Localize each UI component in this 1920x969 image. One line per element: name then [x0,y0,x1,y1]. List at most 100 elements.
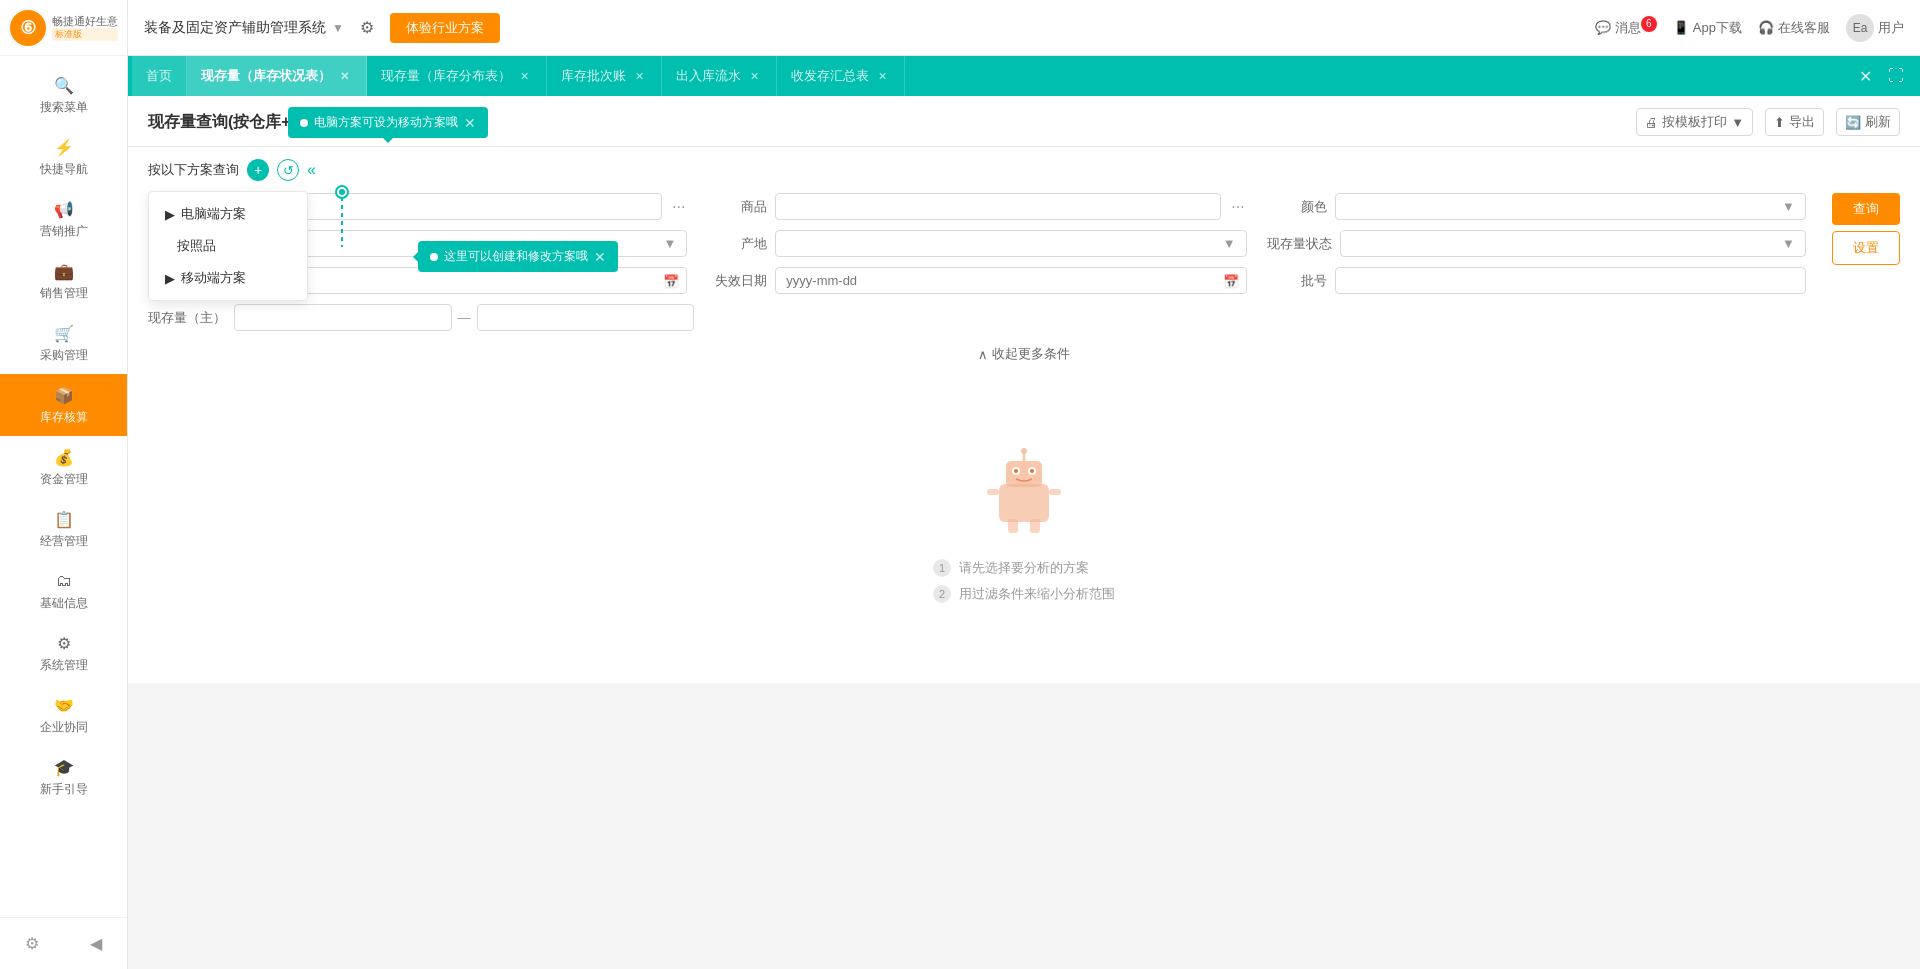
purchase-icon: 🛒 [53,322,75,344]
warehouse-ellipsis[interactable]: ··· [670,196,687,218]
origin-select[interactable]: ▼ [775,230,1246,257]
tooltip-close-1[interactable]: ✕ [464,115,476,131]
expire-date-input[interactable] [775,267,1246,294]
svg-point-4 [1014,469,1018,473]
industry-btn[interactable]: 体验行业方案 [390,13,500,43]
sidebar-item-enterprise[interactable]: 🤝 企业协同 [0,684,127,746]
batch-input[interactable] [1335,267,1806,294]
export-btn[interactable]: ⬆ 导出 [1765,108,1824,136]
export-icon: ⬆ [1774,115,1785,130]
filter-row-batch: 批号 [1267,267,1806,294]
operations-icon: 📋 [53,508,75,530]
sidebar-item-sales[interactable]: 💼 销售管理 [0,250,127,312]
tab-inventory-status[interactable]: 现存量（库存状况表） ✕ [187,56,367,96]
scheme-sub-item-goods[interactable]: 按照品 [149,230,307,262]
system-name: 装备及固定资产辅助管理系统 ▼ [144,19,344,37]
set-btn[interactable]: 设置 [1832,231,1900,265]
origin-label: 产地 [707,235,767,253]
marketing-icon: 📢 [53,198,75,220]
collapse-sidebar-icon[interactable]: ◀ [84,928,108,959]
service-icon: 🎧 [1758,20,1774,35]
app-download-action[interactable]: 📱 App下载 [1673,19,1742,37]
tab-close-flow[interactable]: ✕ [747,69,762,84]
sidebar-item-operations[interactable]: 📋 经营管理 [0,498,127,560]
messages-action[interactable]: 💬 消息 6 [1595,19,1657,37]
tab-batch-account[interactable]: 库存批次账 ✕ [547,56,662,96]
filter-grid-wrap: 按照仓库 ··· 商品 ··· 颜色 [148,193,1806,337]
tab-close-inventory-status[interactable]: ✕ [337,69,352,84]
prod-date-cal-icon[interactable]: 📅 [663,273,679,288]
query-btn[interactable]: 查询 [1832,193,1900,225]
tab-close-receive-summary[interactable]: ✕ [875,69,890,84]
sidebar-item-guide[interactable]: 🎓 新手引导 [0,746,127,808]
range-dash: — [458,310,471,325]
tooltip-close-2[interactable]: ✕ [594,249,606,265]
print-btn[interactable]: 🖨 按模板打印 ▼ [1636,108,1753,136]
refresh-btn[interactable]: 🔄 刷新 [1836,108,1900,136]
stock-main-min[interactable] [234,304,452,331]
tooltip-dot-1 [300,119,308,127]
sidebar-item-system[interactable]: ⚙ 系统管理 [0,622,127,684]
size-dropdown-icon: ▼ [663,236,676,251]
search-icon: 🔍 [53,74,75,96]
tab-receive-summary[interactable]: 收发存汇总表 ✕ [777,56,905,96]
tab-home[interactable]: 首页 [132,56,187,96]
download-icon: 📱 [1673,20,1689,35]
sidebar-item-quicknav[interactable]: ⚡ 快捷导航 [0,126,127,188]
filter-row-goods: 商品 ··· [707,193,1246,220]
filter-row-origin: 产地 ▼ [707,230,1246,257]
sidebar-item-basic[interactable]: 🗂 基础信息 [0,560,127,622]
system-dropdown-icon[interactable]: ▼ [332,21,344,35]
stock-main-max[interactable] [477,304,695,331]
tab-bar-right: ✕ ⛶ [1855,63,1916,90]
empty-state: 1 请先选择要分析的方案 2 用过滤条件来缩小分析范围 [128,379,1920,683]
sidebar-footer: ⚙ ◀ [0,917,127,969]
tab-inventory-dist[interactable]: 现存量（库存分布表） ✕ [367,56,547,96]
filter-row-expire-date: 失效日期 📅 [707,267,1246,294]
tab-fullscreen-icon[interactable]: ⛶ [1884,63,1908,89]
scheme-item-pc[interactable]: ▶ 电脑端方案 [149,198,307,230]
stock-status-select[interactable]: ▼ [1340,230,1806,257]
goods-label: 商品 [707,198,767,216]
filter-back-btn[interactable]: « [307,161,316,179]
stock-status-label: 现存量状态 [1267,235,1332,253]
user-action[interactable]: Ea 用户 [1846,14,1904,42]
sidebar-item-purchase[interactable]: 🛒 采购管理 [0,312,127,374]
collapse-up-icon: ∧ [978,347,988,362]
svg-rect-10 [1008,519,1018,533]
tab-close-all-icon[interactable]: ✕ [1855,63,1876,90]
sidebar-item-finance[interactable]: 💰 资金管理 [0,436,127,498]
svg-rect-11 [1030,519,1040,533]
tab-close-batch-account[interactable]: ✕ [632,69,647,84]
stock-main-range: — [234,304,694,331]
tab-flow[interactable]: 出入库流水 ✕ [662,56,777,96]
tooltip-scheme-create: 这里可以创建和修改方案哦 ✕ [418,241,618,272]
sidebar: ⑥ 畅捷通好生意 标准版 🔍 搜索菜单 ⚡ 快捷导航 📢 营销推广 💼 销售管理… [0,0,128,969]
online-service-action[interactable]: 🎧 在线客服 [1758,19,1830,37]
expire-date-cal-icon[interactable]: 📅 [1223,273,1239,288]
scheme-list: ▶ 电脑端方案 按照品 ▶ 移动端方案 [148,191,308,301]
avatar: Ea [1846,14,1874,42]
settings-footer-icon[interactable]: ⚙ [19,928,45,959]
print-dropdown-icon: ▼ [1731,115,1744,130]
goods-ellipsis[interactable]: ··· [1229,196,1246,218]
filter-refresh-btn[interactable]: ↺ [277,159,299,181]
scheme-item-mobile[interactable]: ▶ 移动端方案 [149,262,307,294]
filter-add-btn[interactable]: + [247,159,269,181]
settings-icon[interactable]: ⚙ [356,14,378,41]
svg-rect-9 [1049,489,1061,495]
filter-header: 按以下方案查询 + ↺ « 电脑方案可设为移动方案哦 ✕ 这里可以创建和修改方案… [148,159,1900,181]
svg-rect-1 [1006,461,1042,487]
filter-row-color: 颜色 ▼ [1267,193,1806,220]
tab-bar: 首页 现存量（库存状况表） ✕ 现存量（库存分布表） ✕ 库存批次账 ✕ 出入库… [128,56,1920,96]
collapse-row[interactable]: ∧ 收起更多条件 [148,337,1900,367]
inventory-icon: 📦 [53,384,75,406]
goods-input[interactable] [775,193,1221,220]
color-select[interactable]: ▼ [1335,193,1806,220]
sidebar-item-inventory[interactable]: 📦 库存核算 [0,374,127,436]
sidebar-item-search[interactable]: 🔍 搜索菜单 [0,64,127,126]
system-icon: ⚙ [53,632,75,654]
sidebar-item-marketing[interactable]: 📢 营销推广 [0,188,127,250]
quicknav-icon: ⚡ [53,136,75,158]
tab-close-inventory-dist[interactable]: ✕ [517,69,532,84]
